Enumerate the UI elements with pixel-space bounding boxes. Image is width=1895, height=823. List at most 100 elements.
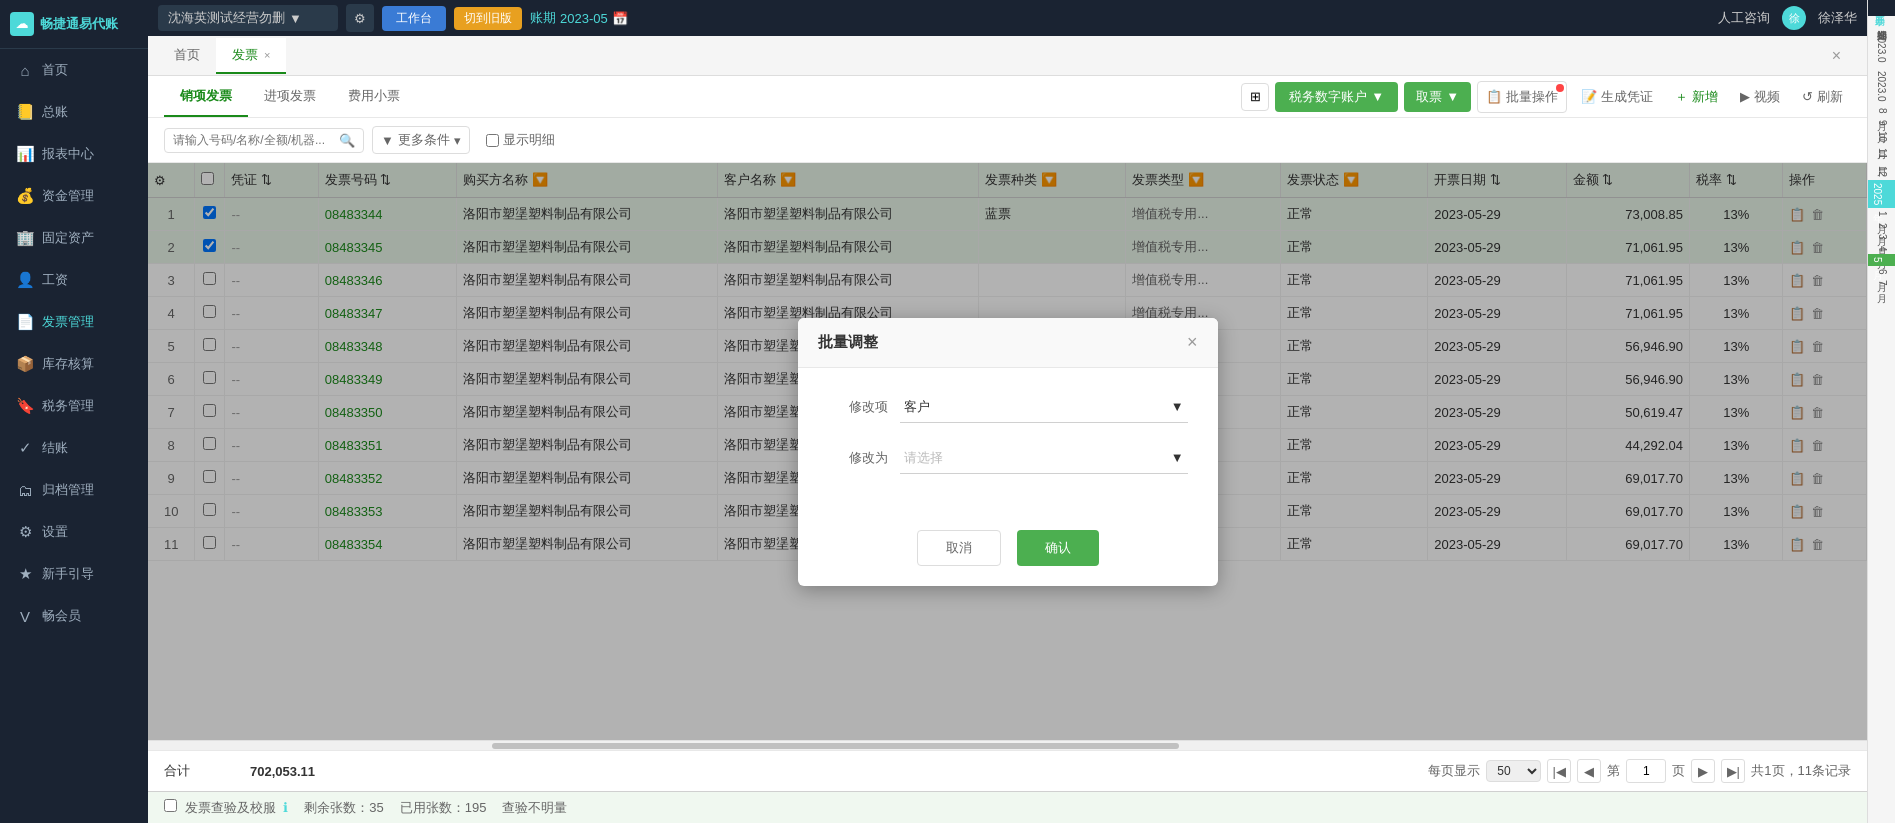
sidebar-item-ledger[interactable]: 📒 总账 (0, 91, 148, 133)
subtab-sales[interactable]: 销项发票 (164, 77, 248, 117)
search-icon[interactable]: 🔍 (339, 133, 355, 148)
prev-page-button[interactable]: ◀ (1577, 759, 1601, 783)
right-panel-feb[interactable]: 2月 (1873, 220, 1891, 232)
sidebar-item-payroll[interactable]: 👤 工资 (0, 259, 148, 301)
sidebar-item-member[interactable]: V 畅会员 (0, 595, 148, 637)
tax-digital-button[interactable]: 税务数字账户 ▼ (1275, 82, 1398, 112)
sidebar-item-reports[interactable]: 📊 报表中心 (0, 133, 148, 175)
tab-invoice-close[interactable]: × (264, 49, 270, 61)
sidebar-item-closeout[interactable]: ✓ 结账 (0, 427, 148, 469)
video-label: 视频 (1754, 88, 1780, 106)
company-settings-icon[interactable]: ⚙ (346, 4, 374, 32)
sidebar-item-home[interactable]: ⌂ 首页 (0, 49, 148, 91)
right-panel-period[interactable]: 期间选择 (1871, 16, 1893, 28)
modal-field-select[interactable]: 客户 ▼ (900, 392, 1188, 423)
check-checkbox[interactable] (164, 799, 177, 812)
sidebar-item-guide[interactable]: ★ 新手引导 (0, 553, 148, 595)
search-box[interactable]: 🔍 (164, 128, 364, 153)
search-input[interactable] (173, 133, 335, 147)
detail-label: 显示明细 (503, 131, 555, 149)
tab-home[interactable]: 首页 (158, 38, 216, 74)
first-page-button[interactable]: |◀ (1547, 759, 1571, 783)
video-icon: ▶ (1740, 89, 1750, 104)
confirm-button[interactable]: 确认 (1017, 530, 1099, 566)
sidebar-item-archive[interactable]: 🗂 归档管理 (0, 469, 148, 511)
subtab-expense[interactable]: 费用小票 (332, 77, 416, 117)
right-panel-apr[interactable]: 4月 (1873, 243, 1891, 255)
video-button[interactable]: ▶ 视频 (1732, 82, 1788, 112)
check-info-icon[interactable]: ℹ (283, 800, 288, 815)
add-label: 新增 (1692, 88, 1718, 106)
pagination: 每页显示 50 100 |◀ ◀ 第 页 ▶ ▶| 共1页，11条记录 (1428, 759, 1851, 783)
right-panel-dec[interactable]: 12月 (1873, 163, 1891, 180)
inventory-icon: 📦 (16, 355, 34, 373)
archive-icon: 🗂 (16, 482, 34, 499)
tax-btn-label: 税务数字账户 (1289, 88, 1367, 106)
refresh-button[interactable]: ↺ 刷新 (1794, 82, 1851, 112)
tab-invoice[interactable]: 发票 × (216, 38, 286, 74)
sidebar-item-invoice[interactable]: 📄 发票管理 (0, 301, 148, 343)
right-panel-may[interactable]: 5月 (1868, 254, 1895, 266)
sidebar-item-settings[interactable]: ⚙ 设置 (0, 511, 148, 553)
filter-button[interactable]: ▼ 更多条件 ▾ (372, 126, 470, 154)
add-invoice-button[interactable]: ＋ 新增 (1667, 82, 1726, 112)
switch-version-button[interactable]: 切到旧版 (454, 7, 522, 30)
logo-icon: ☁ (10, 12, 34, 36)
right-panel-jan[interactable]: 1月 (1873, 208, 1891, 220)
subtab-expense-label: 费用小票 (348, 88, 400, 103)
sidebar-item-inventory[interactable]: 📦 库存核算 (0, 343, 148, 385)
next-page-button[interactable]: ▶ (1691, 759, 1715, 783)
workspace-button[interactable]: 工作台 (382, 6, 446, 31)
right-panel-year2: 2023.0 (1874, 67, 1889, 106)
sidebar-item-tax[interactable]: 🔖 税务管理 (0, 385, 148, 427)
modal-field-value: 客户 (904, 398, 930, 416)
cancel-button[interactable]: 取消 (917, 530, 1001, 566)
tax-dropdown-icon: ▼ (1371, 89, 1384, 104)
right-panel-mar[interactable]: 3月 (1873, 231, 1891, 243)
calendar-icon[interactable]: 📅 (612, 11, 628, 26)
modal-value-placeholder: 请选择 (904, 449, 943, 467)
right-panel-jul[interactable]: 7月 (1873, 277, 1891, 289)
sidebar-item-assets[interactable]: 🏢 固定资产 (0, 217, 148, 259)
sidebar: ☁ 畅捷通易代账 ⌂ 首页 📒 总账 📊 报表中心 💰 资金管理 🏢 固定资产 … (0, 0, 148, 823)
page-close-button[interactable]: × (1816, 39, 1857, 73)
right-panel-nov[interactable]: 11月 (1873, 145, 1891, 162)
tax-icon: 🔖 (16, 397, 34, 415)
generate-voucher-button[interactable]: 📝 生成凭证 (1573, 82, 1661, 112)
right-panel-2025[interactable]: 2025年 (1868, 180, 1895, 208)
right-panel-oct[interactable]: 10月 (1873, 128, 1891, 145)
batch-label: 批量操作 (1506, 88, 1558, 106)
modal-value-select[interactable]: 请选择 ▼ (900, 443, 1188, 474)
subtab-purchase[interactable]: 进项发票 (248, 77, 332, 117)
sidebar-label-ledger: 总账 (42, 103, 68, 121)
modal-header: 批量调整 × (798, 318, 1218, 368)
app-logo: ☁ 畅捷通易代账 (0, 0, 148, 49)
get-ticket-button[interactable]: 取票 ▼ (1404, 82, 1471, 112)
last-page-button[interactable]: ▶| (1721, 759, 1745, 783)
grid-view-icon[interactable]: ⊞ (1241, 83, 1269, 111)
closeout-icon: ✓ (16, 439, 34, 457)
scroll-thumb[interactable] (492, 743, 1180, 749)
right-panel-open-btn[interactable]: 开票助手 (1868, 0, 1895, 16)
company-selector[interactable]: 沈海英测试经营勿删 ▼ (158, 5, 338, 31)
right-panel-sep[interactable]: 9月 (1873, 117, 1891, 129)
right-panel-jun[interactable]: 6月 (1873, 266, 1891, 278)
sidebar-item-finance[interactable]: 💰 资金管理 (0, 175, 148, 217)
right-panel-aug[interactable]: 8月 (1873, 105, 1891, 117)
batch-operation-button[interactable]: 📋 批量操作 (1477, 81, 1567, 113)
detail-checkbox-label[interactable]: 显示明细 (486, 131, 555, 149)
horizontal-scrollbar[interactable] (148, 740, 1867, 750)
page-label: 第 (1607, 762, 1620, 780)
topbar: 沈海英测试经营勿删 ▼ ⚙ 工作台 切到旧版 账期 2023-05 📅 人工咨询… (148, 0, 1867, 36)
page-size-select[interactable]: 50 100 (1486, 760, 1541, 782)
page-number-input[interactable] (1626, 759, 1666, 783)
support-label[interactable]: 人工咨询 (1718, 9, 1770, 27)
user-name[interactable]: 徐泽华 (1818, 9, 1857, 27)
sidebar-label-archive: 归档管理 (42, 481, 94, 499)
filter-label: 更多条件 (398, 131, 450, 149)
detail-checkbox[interactable] (486, 134, 499, 147)
subtab-sales-label: 销项发票 (180, 88, 232, 103)
modal-close-button[interactable]: × (1187, 332, 1198, 353)
content-area: 销项发票 进项发票 费用小票 ⊞ 税务数字账户 ▼ 取票 (148, 76, 1867, 823)
main-content: 沈海英测试经营勿删 ▼ ⚙ 工作台 切到旧版 账期 2023-05 📅 人工咨询… (148, 0, 1867, 823)
